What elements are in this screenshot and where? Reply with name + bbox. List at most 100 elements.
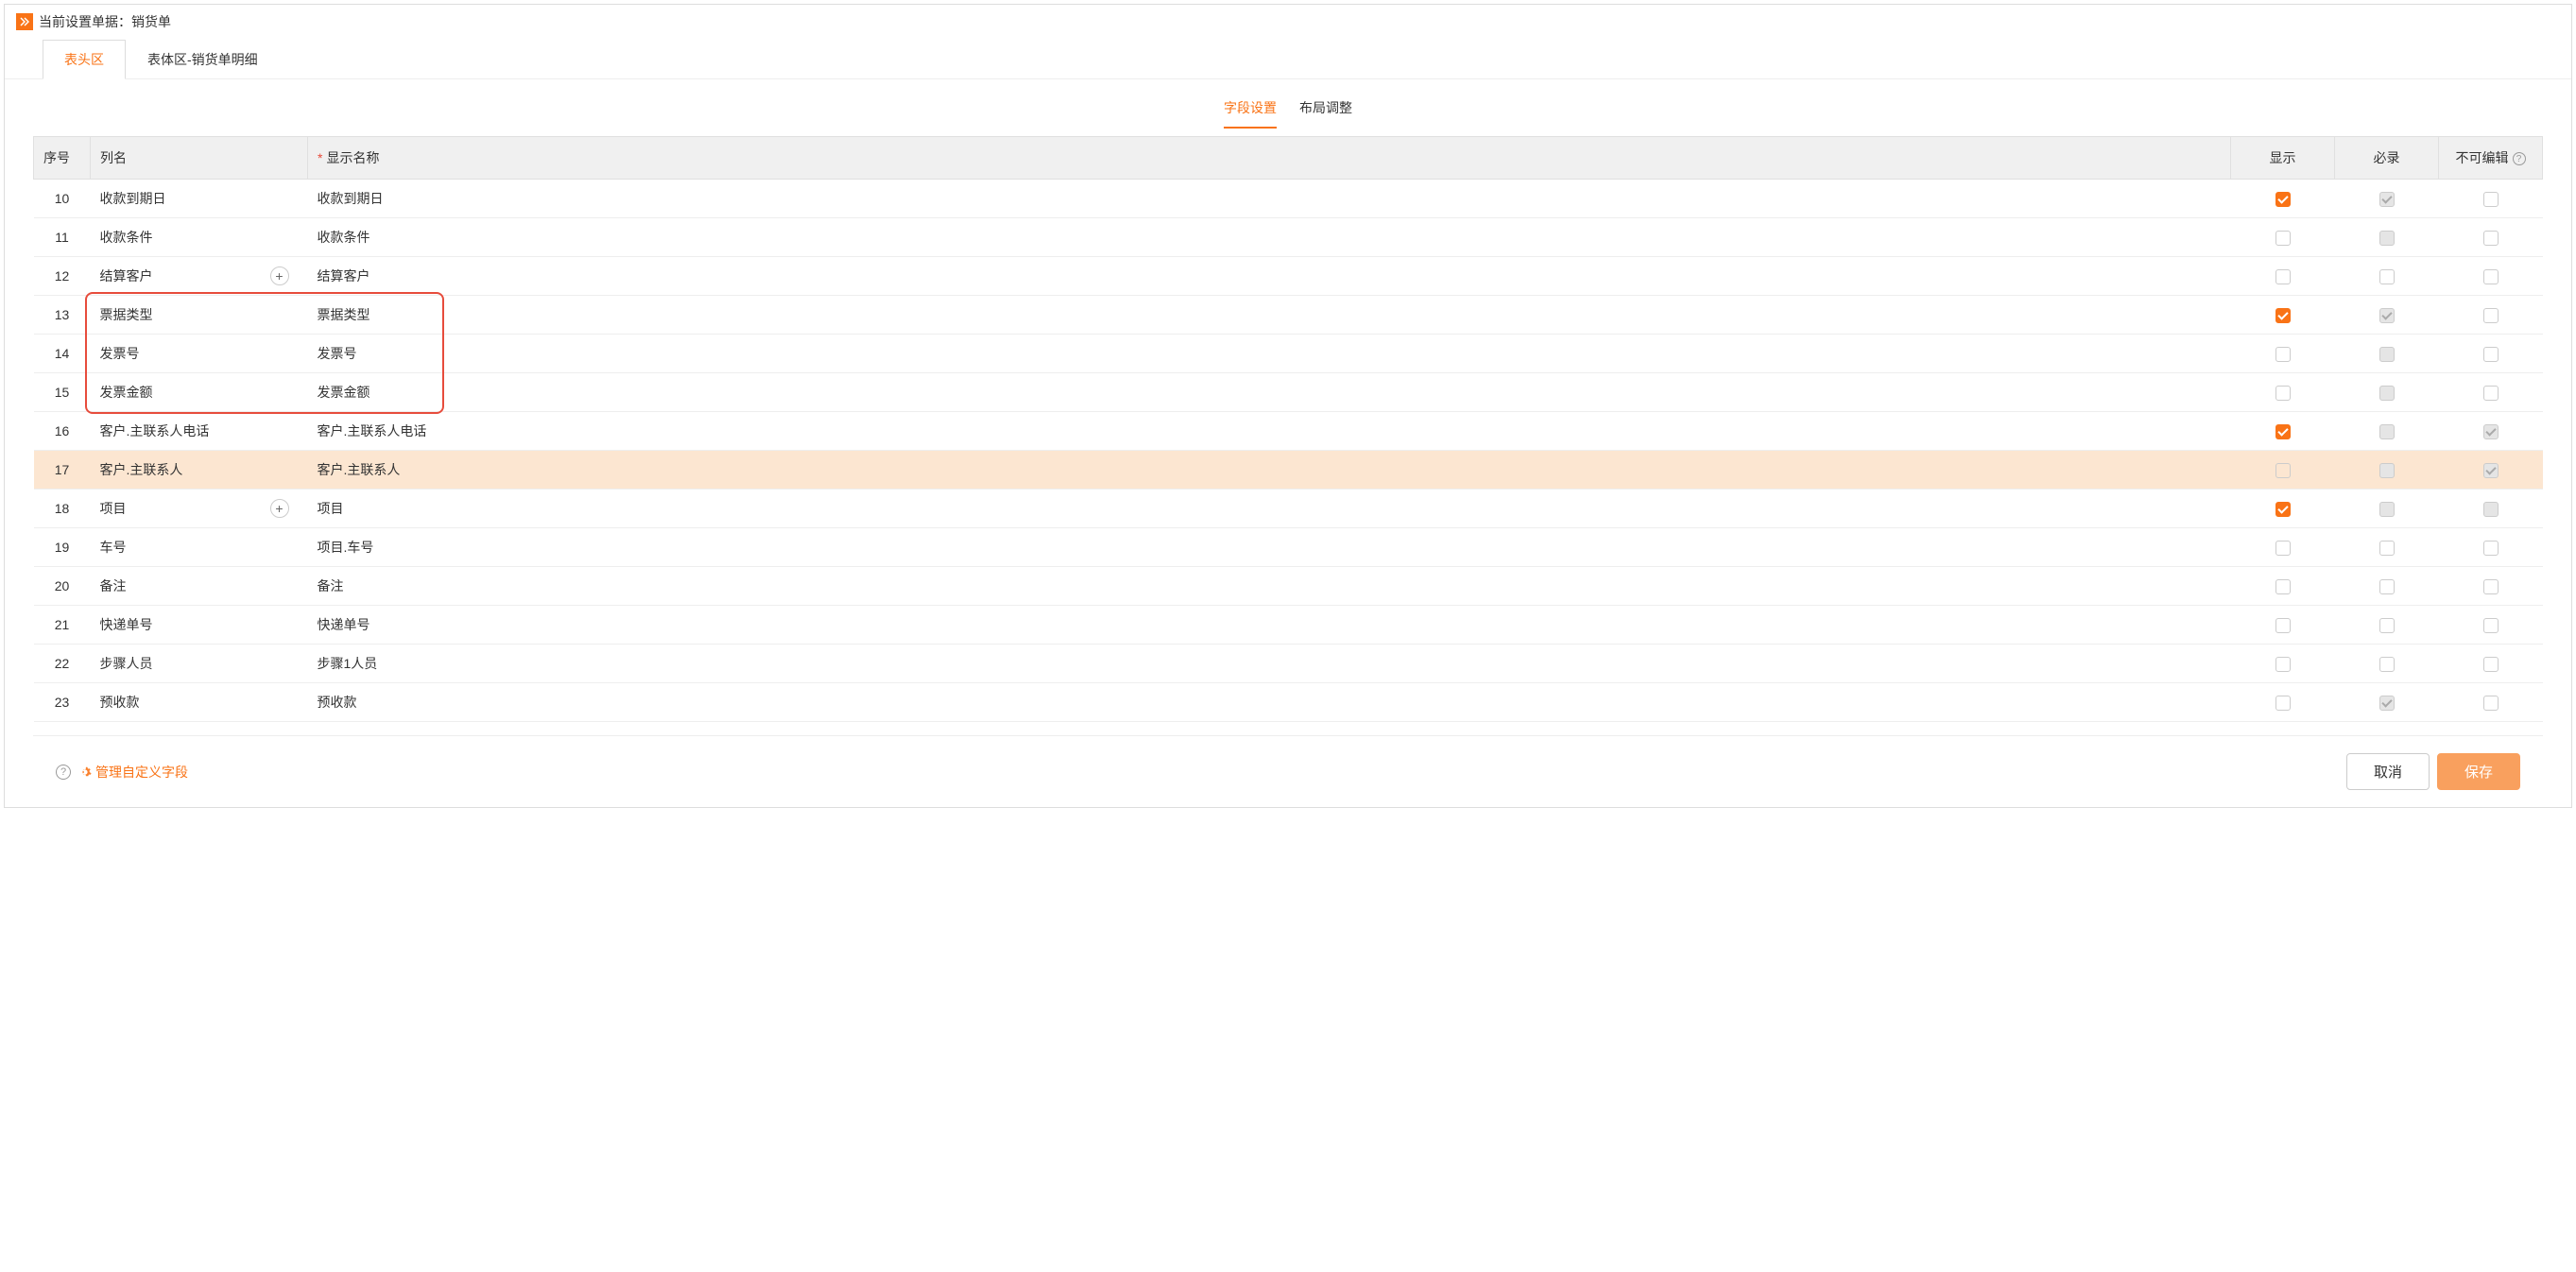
cell-display-name[interactable]: 快递单号 xyxy=(308,606,2231,645)
main-tab-1[interactable]: 表体区-销货单明细 xyxy=(126,40,280,79)
lock-checkbox[interactable] xyxy=(2483,696,2499,711)
table-row[interactable]: 12结算客户+结算客户 xyxy=(34,257,2543,296)
show-checkbox[interactable] xyxy=(2275,347,2291,362)
field-name-label: 步骤人员 xyxy=(100,656,153,671)
cell-show xyxy=(2231,335,2335,373)
lock-checkbox[interactable] xyxy=(2483,618,2499,633)
cell-display-name[interactable]: 预收款 xyxy=(308,683,2231,722)
required-checkbox[interactable] xyxy=(2379,618,2395,633)
cancel-button[interactable]: 取消 xyxy=(2346,753,2430,790)
add-sub-field-button[interactable]: + xyxy=(270,499,289,518)
cell-lock xyxy=(2439,412,2543,451)
required-checkbox xyxy=(2379,308,2395,323)
table-row[interactable]: 23预收款预收款 xyxy=(34,683,2543,722)
show-checkbox[interactable] xyxy=(2275,386,2291,401)
lock-checkbox[interactable] xyxy=(2483,541,2499,556)
show-checkbox[interactable] xyxy=(2275,308,2291,323)
table-row[interactable]: 21快递单号快递单号 xyxy=(34,606,2543,645)
lock-checkbox[interactable] xyxy=(2483,269,2499,284)
sub-tab-1[interactable]: 布局调整 xyxy=(1299,93,1352,129)
col-display-header: *显示名称 xyxy=(308,137,2231,180)
add-sub-field-button[interactable]: + xyxy=(270,266,289,285)
main-tabs: 表头区表体区-销货单明细 xyxy=(5,39,2571,79)
cell-display-name[interactable]: 客户.主联系人电话 xyxy=(308,412,2231,451)
table-row[interactable]: 14发票号发票号 xyxy=(34,335,2543,373)
help-icon[interactable]: ? xyxy=(2513,152,2526,165)
lock-checkbox[interactable] xyxy=(2483,386,2499,401)
show-checkbox[interactable] xyxy=(2275,657,2291,672)
table-row[interactable]: 10收款到期日收款到期日 xyxy=(34,180,2543,218)
table-row[interactable]: 22步骤人员步骤1人员 xyxy=(34,645,2543,683)
cell-display-name[interactable]: 项目.车号 xyxy=(308,528,2231,567)
cell-required xyxy=(2335,451,2439,490)
lock-checkbox[interactable] xyxy=(2483,347,2499,362)
manage-custom-fields-link[interactable]: 管理自定义字段 xyxy=(78,763,188,782)
show-checkbox[interactable] xyxy=(2275,502,2291,517)
lock-checkbox[interactable] xyxy=(2483,657,2499,672)
table-row[interactable]: 18项目+项目 xyxy=(34,490,2543,528)
cell-show xyxy=(2231,606,2335,645)
cell-display-name[interactable]: 项目 xyxy=(308,490,2231,528)
required-checkbox xyxy=(2379,231,2395,246)
show-checkbox[interactable] xyxy=(2275,618,2291,633)
cell-show xyxy=(2231,257,2335,296)
main-tab-0[interactable]: 表头区 xyxy=(43,40,126,79)
cell-display-name[interactable]: 收款条件 xyxy=(308,218,2231,257)
cell-display-name[interactable]: 步骤1人员 xyxy=(308,645,2231,683)
required-checkbox xyxy=(2379,463,2395,478)
required-checkbox[interactable] xyxy=(2379,657,2395,672)
cell-show xyxy=(2231,683,2335,722)
field-name-label: 收款条件 xyxy=(100,230,153,245)
sub-tab-0[interactable]: 字段设置 xyxy=(1224,93,1277,129)
cell-show xyxy=(2231,490,2335,528)
col-seq-header: 序号 xyxy=(34,137,91,180)
table-row[interactable]: 17客户.主联系人客户.主联系人 xyxy=(34,451,2543,490)
show-checkbox[interactable] xyxy=(2275,269,2291,284)
cell-display-name[interactable]: 收款到期日 xyxy=(308,180,2231,218)
show-checkbox[interactable] xyxy=(2275,192,2291,207)
show-checkbox[interactable] xyxy=(2275,696,2291,711)
table-row[interactable]: 20备注备注 xyxy=(34,567,2543,606)
cell-name: 发票号 xyxy=(91,335,308,373)
required-checkbox[interactable] xyxy=(2379,541,2395,556)
show-checkbox[interactable] xyxy=(2275,463,2291,478)
lock-checkbox[interactable] xyxy=(2483,192,2499,207)
cell-show xyxy=(2231,451,2335,490)
cell-display-name[interactable]: 结算客户 xyxy=(308,257,2231,296)
footer-bar: ? 管理自定义字段 取消 保存 xyxy=(33,735,2543,807)
table-row[interactable]: 19车号项目.车号 xyxy=(34,528,2543,567)
field-name-label: 备注 xyxy=(100,578,127,593)
question-icon[interactable]: ? xyxy=(56,765,71,780)
show-checkbox[interactable] xyxy=(2275,424,2291,439)
cell-display-name[interactable]: 票据类型 xyxy=(308,296,2231,335)
field-name-label: 发票金额 xyxy=(100,385,153,400)
lock-checkbox[interactable] xyxy=(2483,231,2499,246)
cell-seq: 11 xyxy=(34,218,91,257)
lock-checkbox[interactable] xyxy=(2483,308,2499,323)
show-checkbox[interactable] xyxy=(2275,579,2291,594)
table-row[interactable]: 15发票金额发票金额 xyxy=(34,373,2543,412)
lock-checkbox[interactable] xyxy=(2483,579,2499,594)
cell-display-name[interactable]: 发票号 xyxy=(308,335,2231,373)
table-row[interactable]: 11 收款条件 收款条件 xyxy=(34,218,2543,257)
cell-name: 预收款 xyxy=(91,683,308,722)
cell-display-name[interactable]: 发票金额 xyxy=(308,373,2231,412)
cell-show xyxy=(2231,528,2335,567)
cell-required xyxy=(2335,567,2439,606)
show-checkbox[interactable] xyxy=(2275,541,2291,556)
required-checkbox[interactable] xyxy=(2379,579,2395,594)
show-checkbox[interactable] xyxy=(2275,231,2291,246)
expand-toggle[interactable] xyxy=(16,13,33,30)
cell-name: 发票金额 xyxy=(91,373,308,412)
cell-display-name[interactable]: 备注 xyxy=(308,567,2231,606)
cell-required xyxy=(2335,218,2439,257)
required-checkbox[interactable] xyxy=(2379,269,2395,284)
save-button[interactable]: 保存 xyxy=(2437,753,2520,790)
cell-lock xyxy=(2439,451,2543,490)
table-body: 10收款到期日收款到期日11收款条件收款条件12结算客户+结算客户13票据类型票… xyxy=(34,180,2543,722)
cell-seq: 23 xyxy=(34,683,91,722)
table-row[interactable]: 16客户.主联系人电话客户.主联系人电话 xyxy=(34,412,2543,451)
cell-lock xyxy=(2439,218,2543,257)
cell-display-name[interactable]: 客户.主联系人 xyxy=(308,451,2231,490)
table-row[interactable]: 13票据类型票据类型 xyxy=(34,296,2543,335)
